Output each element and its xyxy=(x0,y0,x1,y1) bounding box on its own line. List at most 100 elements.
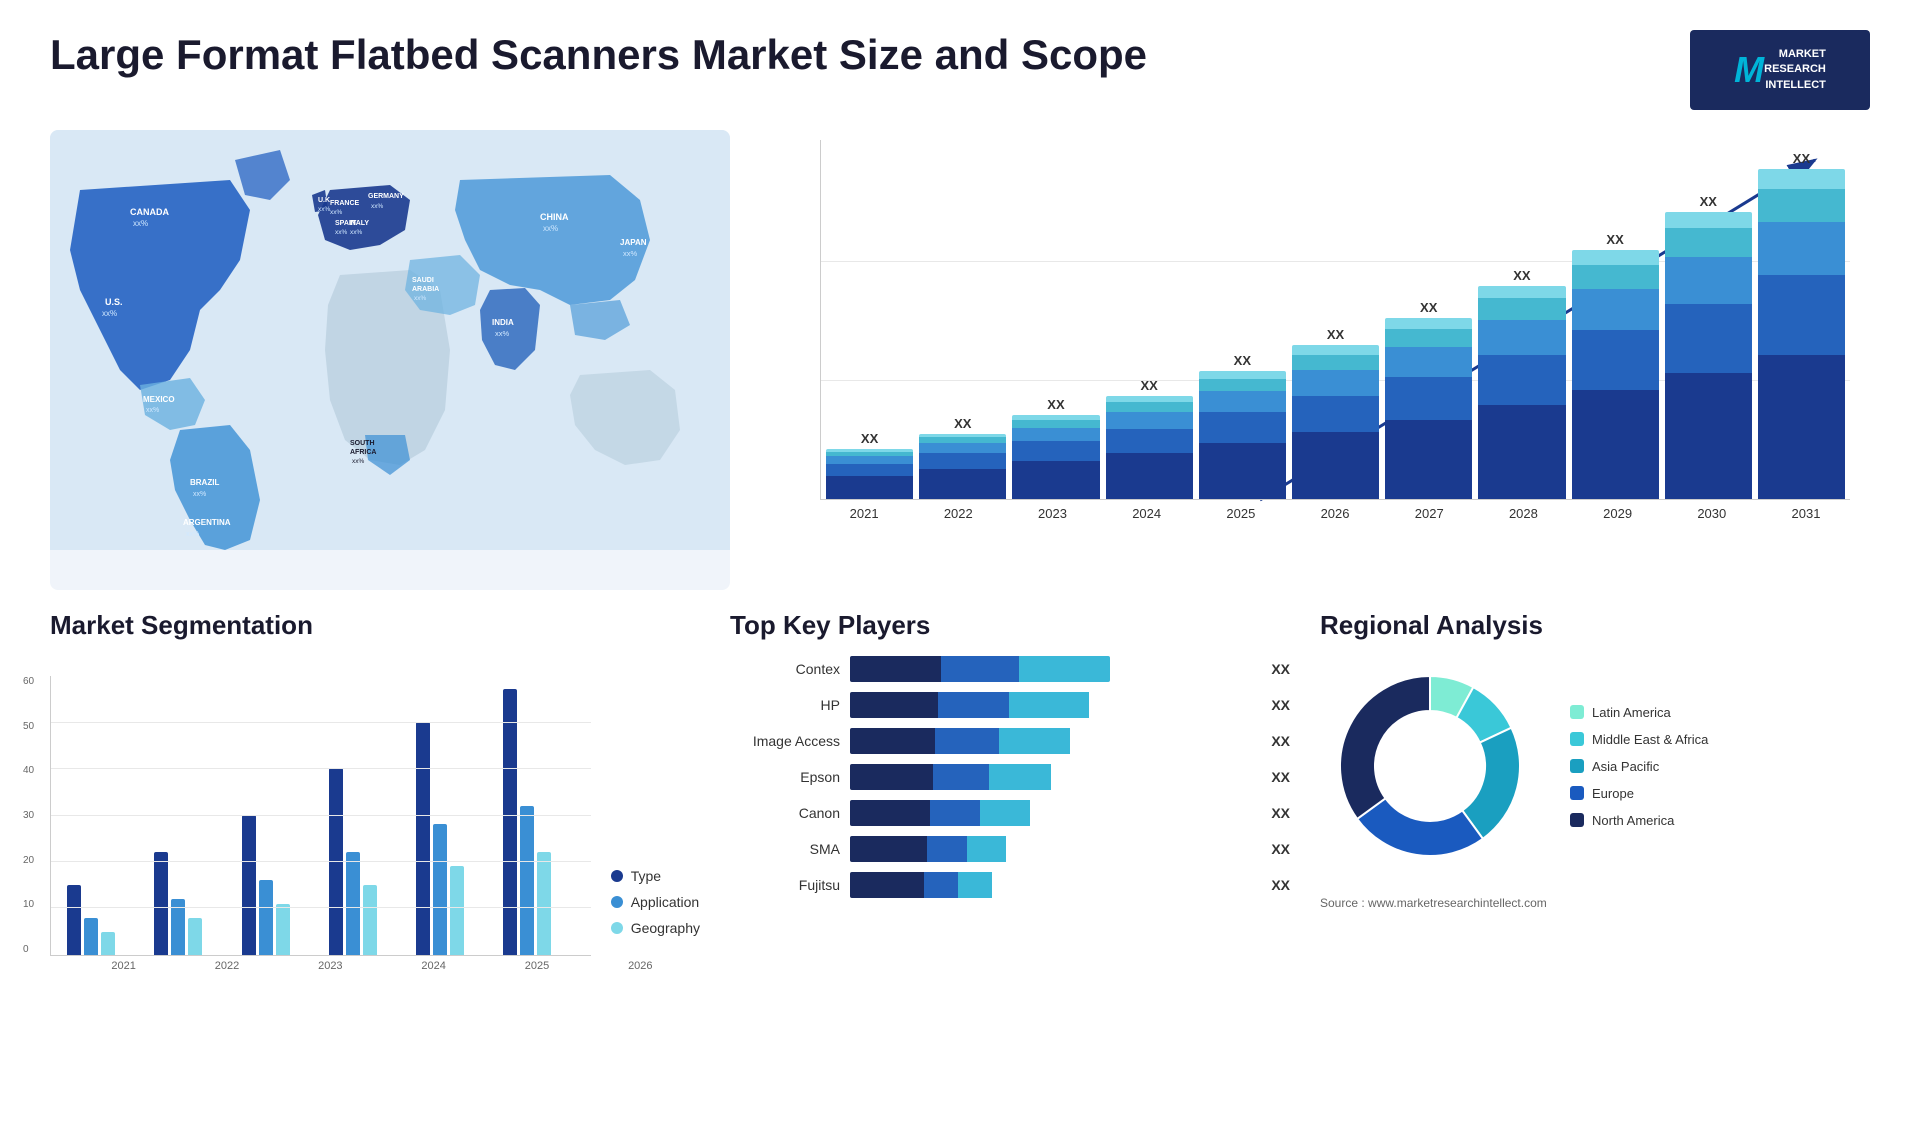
seg-group-2021 xyxy=(67,885,138,955)
legend-geography-label: Geography xyxy=(631,920,700,936)
bar-seg-1 xyxy=(1478,355,1565,405)
bar-seg-0 xyxy=(1572,390,1659,499)
seg-bar-0 xyxy=(67,885,81,955)
svg-text:ITALY: ITALY xyxy=(350,220,369,227)
bar-seg-1 xyxy=(1758,275,1845,354)
bar-seg-4 xyxy=(1478,286,1565,298)
seg-bar-2 xyxy=(363,885,377,955)
svg-text:xx%: xx% xyxy=(335,229,348,236)
svg-text:xx%: xx% xyxy=(623,249,638,258)
bar-seg-3 xyxy=(1292,355,1379,370)
bar-seg-1 xyxy=(1572,330,1659,389)
bar-seg-4 xyxy=(1199,371,1286,379)
seg-bar-1 xyxy=(346,852,360,955)
bar-seg-1 xyxy=(919,453,1006,468)
bar-xlabel-2023: 2023 xyxy=(1008,506,1096,521)
bar-seg-4 xyxy=(1572,250,1659,265)
bar-seg-4 xyxy=(1292,345,1379,354)
bar-group-2021: XX xyxy=(826,431,913,499)
player-bar-container-4 xyxy=(850,800,1253,826)
bar-seg-0 xyxy=(1665,373,1752,499)
bar-seg-3 xyxy=(1478,298,1565,319)
seg-bar-0 xyxy=(242,815,256,955)
bar-group-2023: XX xyxy=(1012,397,1099,499)
player-row-4: CanonXX xyxy=(730,800,1290,826)
legend-type-dot xyxy=(611,870,623,882)
svg-text:xx%: xx% xyxy=(193,491,206,498)
player-bar-container-0 xyxy=(850,656,1253,682)
player-seg-0 xyxy=(850,692,938,718)
logo-container: M MARKET RESEARCH INTELLECT xyxy=(1690,30,1870,110)
svg-text:U.S.: U.S. xyxy=(105,297,123,307)
seg-bar-0 xyxy=(154,852,168,955)
seg-group-2024 xyxy=(329,768,400,955)
bar-stack-2030 xyxy=(1665,212,1752,499)
player-seg-2 xyxy=(967,836,1007,862)
seg-xlabel-2024: 2024 xyxy=(390,960,477,972)
bar-label-2031: XX xyxy=(1793,151,1810,166)
bar-xlabel-2028: 2028 xyxy=(1479,506,1567,521)
players-list: ContexXXHPXXImage AccessXXEpsonXXCanonXX… xyxy=(730,656,1290,898)
svg-text:xx%: xx% xyxy=(350,229,363,236)
player-bar-container-2 xyxy=(850,728,1253,754)
regional-legend-item-2: Asia Pacific xyxy=(1570,759,1708,774)
bar-xlabel-2022: 2022 xyxy=(914,506,1002,521)
bar-seg-2 xyxy=(1012,428,1099,442)
bar-group-2030: XX xyxy=(1665,194,1752,499)
bar-group-2022: XX xyxy=(919,416,1006,499)
logo-text: MARKET RESEARCH INTELLECT xyxy=(1764,47,1826,93)
player-name-0: Contex xyxy=(730,661,840,677)
svg-text:BRAZIL: BRAZIL xyxy=(190,478,219,487)
bar-seg-2 xyxy=(1385,347,1472,377)
bar-group-2028: XX xyxy=(1478,268,1565,499)
bar-seg-2 xyxy=(1572,289,1659,330)
regional-legend-color-0 xyxy=(1570,705,1584,719)
bar-seg-0 xyxy=(1758,355,1845,499)
player-seg-2 xyxy=(1019,656,1110,682)
bar-xlabel-2029: 2029 xyxy=(1574,506,1662,521)
player-name-5: SMA xyxy=(730,841,840,857)
player-value-0: XX xyxy=(1271,661,1290,677)
bar-xlabel-2031: 2031 xyxy=(1762,506,1850,521)
bar-seg-2 xyxy=(826,456,913,464)
seg-legend: Type Application Geography xyxy=(611,868,700,956)
bar-xlabel-2024: 2024 xyxy=(1103,506,1191,521)
player-row-6: FujitsuXX xyxy=(730,872,1290,898)
bar-seg-1 xyxy=(1385,377,1472,420)
seg-y-axis: 0102030405060 xyxy=(23,676,34,955)
player-bar-container-6 xyxy=(850,872,1253,898)
bar-seg-2 xyxy=(1199,391,1286,412)
bar-label-2022: XX xyxy=(954,416,971,431)
bar-stack-2023 xyxy=(1012,415,1099,499)
player-seg-1 xyxy=(930,800,980,826)
bar-seg-2 xyxy=(919,443,1006,454)
regional-legend-label-1: Middle East & Africa xyxy=(1592,732,1708,747)
bar-label-2026: XX xyxy=(1327,327,1344,342)
svg-text:xx%: xx% xyxy=(371,203,384,210)
page-title: Large Format Flatbed Scanners Market Siz… xyxy=(50,30,1147,80)
regional-legend-label-4: North America xyxy=(1592,813,1674,828)
seg-bar-1 xyxy=(433,824,447,955)
bar-seg-0 xyxy=(1106,453,1193,499)
regional-title: Regional Analysis xyxy=(1320,610,1870,641)
player-row-2: Image AccessXX xyxy=(730,728,1290,754)
seg-bar-1 xyxy=(259,880,273,955)
seg-bars-inner xyxy=(51,676,591,955)
player-bar-4 xyxy=(850,800,1078,826)
bar-seg-3 xyxy=(1106,402,1193,413)
bar-seg-2 xyxy=(1478,320,1565,355)
seg-group-2023 xyxy=(242,815,313,955)
bar-label-2030: XX xyxy=(1700,194,1717,209)
player-value-2: XX xyxy=(1271,733,1290,749)
bar-seg-2 xyxy=(1665,257,1752,304)
bar-seg-0 xyxy=(1478,405,1565,499)
bar-seg-3 xyxy=(1665,228,1752,257)
bar-seg-0 xyxy=(1292,432,1379,499)
legend-type-label: Type xyxy=(631,868,661,884)
legend-geography: Geography xyxy=(611,920,700,936)
seg-bar-2 xyxy=(188,918,202,955)
svg-text:xx%: xx% xyxy=(146,407,159,414)
svg-text:CHINA: CHINA xyxy=(540,212,569,222)
player-seg-2 xyxy=(980,800,1030,826)
regional-legend-label-2: Asia Pacific xyxy=(1592,759,1659,774)
